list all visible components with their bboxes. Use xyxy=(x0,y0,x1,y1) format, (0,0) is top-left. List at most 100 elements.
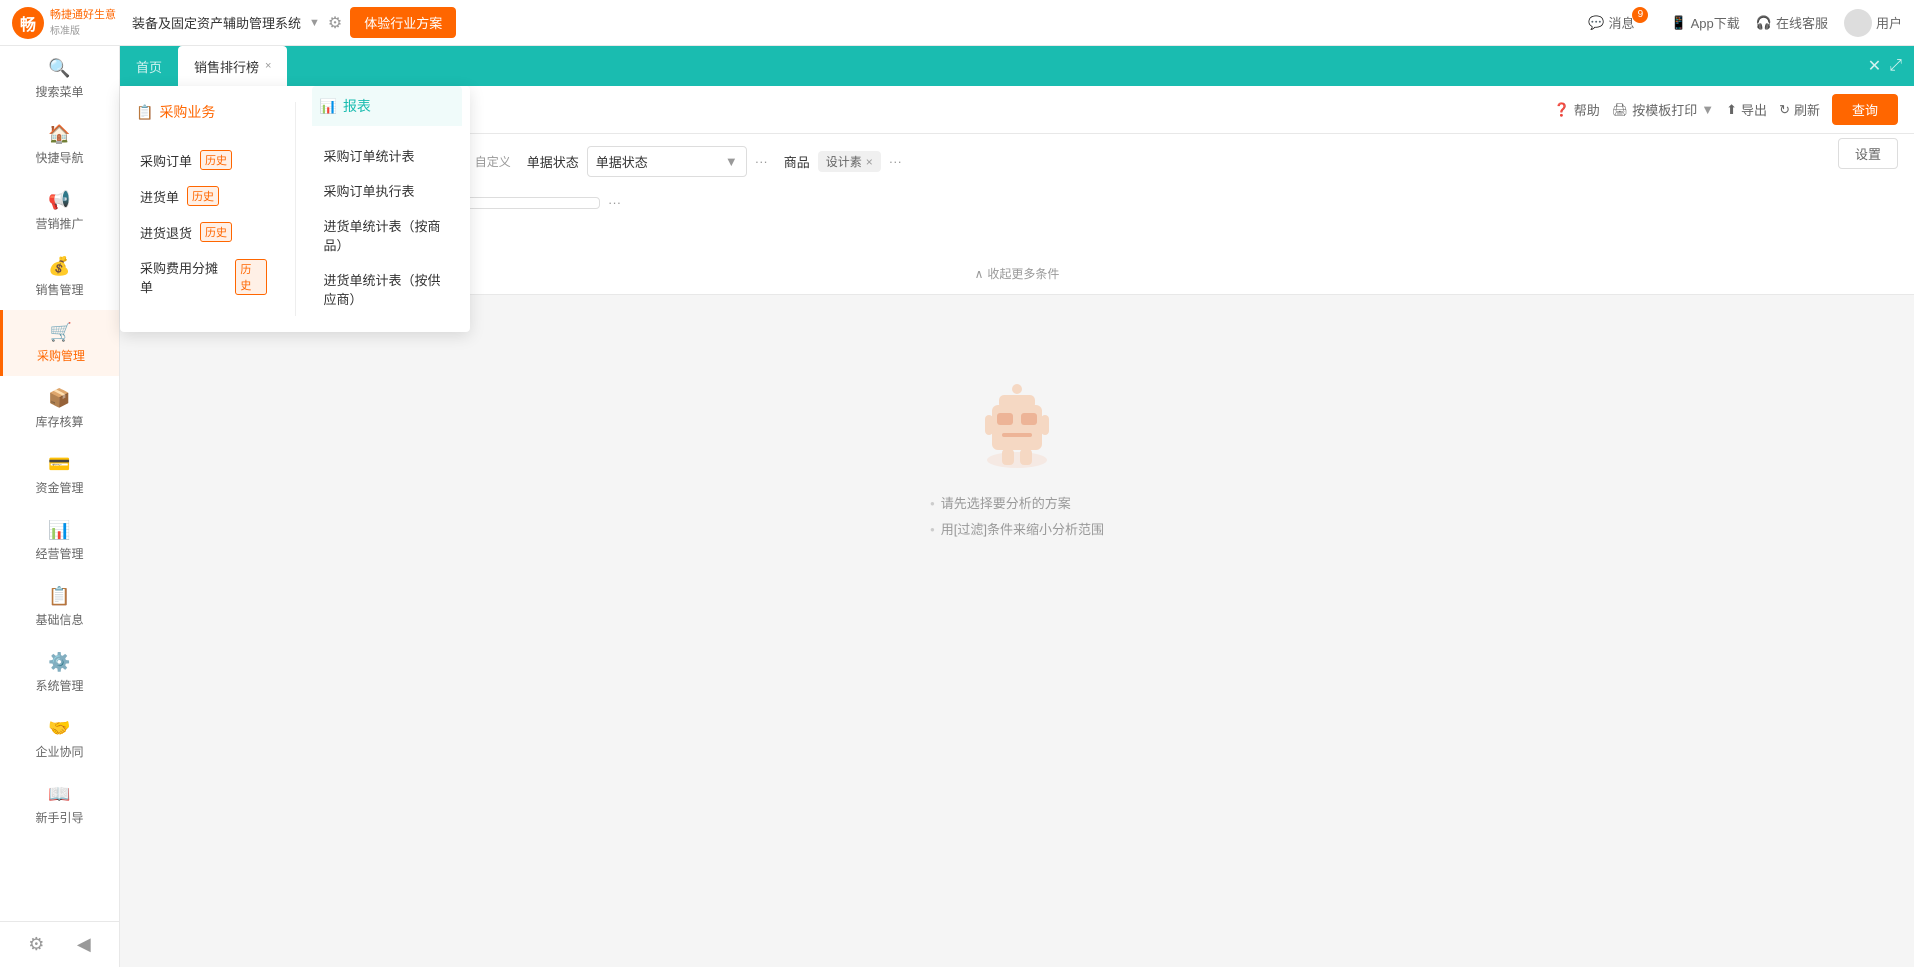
sidebar-item-basics[interactable]: 📋 基础信息 xyxy=(0,574,119,640)
system-icon: ⚙️ xyxy=(48,652,70,673)
collapse-icon: ∧ xyxy=(975,267,984,281)
menu-item-purchase-order-exec[interactable]: 采购订单执行表 xyxy=(320,173,455,208)
refresh-btn[interactable]: ↻ 刷新 xyxy=(1779,100,1820,119)
search-icon: 🔍 xyxy=(48,58,70,79)
topbar-center: 装备及固定资产辅助管理系统 ▼ ⚙ 体验行业方案 xyxy=(132,7,1588,38)
system-name: 装备及固定资产辅助管理系统 xyxy=(132,13,301,32)
sidebar-item-home[interactable]: 🏠 快捷导航 xyxy=(0,112,119,178)
inventory-icon: 📦 xyxy=(48,388,70,409)
logo-icon: 畅 xyxy=(12,7,44,39)
toolbar-right: ❓ 帮助 🖨 按模板打印 ▼ ⬆ 导出 ↻ 刷新 查询 xyxy=(1554,94,1898,125)
basics-icon: 📋 xyxy=(48,586,70,607)
salesperson-more[interactable]: ··· xyxy=(608,195,621,210)
newbie-icon: 📖 xyxy=(48,784,70,805)
menu-item-purchase-expense[interactable]: 采购费用分摊单 历史 xyxy=(136,250,271,304)
sidebar-item-search[interactable]: 🔍 搜索菜单 xyxy=(0,46,119,112)
collapse-sidebar-icon[interactable]: ◀ xyxy=(77,934,91,955)
empty-hint-2: 用[过滤]条件来缩小分析范围 xyxy=(930,517,1104,543)
topbar-settings-icon[interactable]: ⚙ xyxy=(328,13,342,33)
logo: 畅 畅捷通好生意 标准版 xyxy=(12,7,132,39)
system-dropdown-arrow[interactable]: ▼ xyxy=(309,17,320,29)
menu-item-stock-stats-by-supplier[interactable]: 进货单统计表（按供应商） xyxy=(320,262,455,316)
settings-button[interactable]: 设置 xyxy=(1838,138,1898,169)
purchase-menu-icon: 📋 xyxy=(136,104,153,121)
sidebar-item-sales[interactable]: 💰 销售管理 xyxy=(0,244,119,310)
print-dropdown-icon: ▼ xyxy=(1701,102,1714,117)
order-status-more[interactable]: ··· xyxy=(755,154,768,169)
topbar-right: 💬 消息 9 📱 App下载 🎧 在线客服 用户 xyxy=(1588,9,1902,37)
report-menu-icon: 📊 xyxy=(320,98,337,115)
sidebar-item-system[interactable]: ⚙️ 系统管理 xyxy=(0,640,119,706)
industry-button[interactable]: 体验行业方案 xyxy=(350,7,456,38)
history-badge-stock-in: 历史 xyxy=(187,186,219,206)
export-icon: ⬆ xyxy=(1726,102,1737,118)
menu-divider xyxy=(295,102,296,316)
order-status-arrow: ▼ xyxy=(725,154,738,169)
sidebar-item-purchase[interactable]: 🛒 采购管理 xyxy=(0,310,119,376)
tabs-right-actions: ✕ ⤢ xyxy=(1868,56,1914,76)
menu-item-stock-stats-by-goods[interactable]: 进货单统计表（按商品） xyxy=(320,208,455,262)
sidebar-item-newbie[interactable]: 📖 新手引导 xyxy=(0,772,119,838)
menu-item-purchase-order-stats[interactable]: 采购订单统计表 xyxy=(320,138,455,173)
bottom-settings-icon[interactable]: ⚙ xyxy=(28,934,44,955)
purchase-menu-title: 📋 采购业务 xyxy=(136,102,271,130)
help-icon: ❓ xyxy=(1554,102,1570,118)
order-status-filter: 单据状态 单据状态 ▼ ··· xyxy=(527,146,768,177)
empty-illustration xyxy=(957,375,1077,475)
history-badge-purchase-expense: 历史 xyxy=(235,259,266,295)
sales-icon: 💰 xyxy=(48,256,70,277)
inline-settings: 设置 xyxy=(1838,138,1898,169)
history-badge-purchase-order: 历史 xyxy=(200,150,232,170)
print-template-btn[interactable]: 🖨 按模板打印 ▼ xyxy=(1612,100,1714,119)
sidebar-item-marketing[interactable]: 📢 营销推广 xyxy=(0,178,119,244)
help-btn[interactable]: ❓ 帮助 xyxy=(1554,100,1600,119)
logo-text: 畅捷通好生意 xyxy=(50,8,116,22)
sidebar: 🔍 搜索菜单 🏠 快捷导航 📢 营销推广 💰 销售管理 🛒 采购管理 📦 库存核… xyxy=(0,46,120,967)
report-menu-section: 📊 报表 采购订单统计表 采购订单执行表 进货单统计表（按商品） 进货单统计表（… xyxy=(320,102,455,316)
fullscreen-icon[interactable]: ⤢ xyxy=(1889,57,1902,75)
online-service-action[interactable]: 🎧 在线客服 xyxy=(1756,13,1828,32)
menu-item-stock-in[interactable]: 进货单 历史 xyxy=(136,178,271,214)
tab-sales-rank[interactable]: 销售排行榜 × xyxy=(178,46,287,86)
tab-home[interactable]: 首页 xyxy=(120,46,178,86)
tab-close-icon[interactable]: × xyxy=(265,60,271,72)
enterprise-icon: 🤝 xyxy=(48,718,70,739)
phone-icon: 📱 xyxy=(1670,15,1686,31)
empty-hints: 请先选择要分析的方案 用[过滤]条件来缩小分析范围 xyxy=(930,491,1104,543)
finance-icon: 💳 xyxy=(48,454,70,475)
operations-icon: 📊 xyxy=(48,520,70,541)
topbar: 畅 畅捷通好生意 标准版 装备及固定资产辅助管理系统 ▼ ⚙ 体验行业方案 💬 … xyxy=(0,0,1914,46)
logo-sub: 标准版 xyxy=(50,22,116,37)
sidebar-bottom: ⚙ ◀ xyxy=(0,921,119,967)
goods-tag-close[interactable]: × xyxy=(866,155,873,169)
date-shortcut-custom[interactable]: 自定义 xyxy=(475,153,511,170)
empty-state: 请先选择要分析的方案 用[过滤]条件来缩小分析范围 xyxy=(120,295,1914,623)
messages-action[interactable]: 💬 消息 9 xyxy=(1588,13,1654,32)
order-status-select[interactable]: 单据状态 ▼ xyxy=(587,146,747,177)
purchase-menu-section: 📋 采购业务 采购订单 历史 进货单 历史 进货退货 历史 采购费用分摊单 历史 xyxy=(136,102,271,316)
headset-icon: 🎧 xyxy=(1756,15,1772,31)
sidebar-item-finance[interactable]: 💳 资金管理 xyxy=(0,442,119,508)
print-icon: 🖨 xyxy=(1612,102,1629,118)
menu-item-purchase-order[interactable]: 采购订单 历史 xyxy=(136,142,271,178)
app-download-action[interactable]: 📱 App下载 xyxy=(1670,13,1739,32)
menu-item-stock-return[interactable]: 进货退货 历史 xyxy=(136,214,271,250)
close-all-tabs-icon[interactable]: ✕ xyxy=(1868,56,1881,76)
sidebar-item-operations[interactable]: 📊 经营管理 xyxy=(0,508,119,574)
purchase-icon: 🛒 xyxy=(50,322,72,343)
sidebar-item-enterprise[interactable]: 🤝 企业协同 xyxy=(0,706,119,772)
query-button[interactable]: 查询 xyxy=(1832,94,1898,125)
order-status-label: 单据状态 xyxy=(527,152,579,171)
report-menu-title: 📊 报表 xyxy=(312,86,463,126)
export-btn[interactable]: ⬆ 导出 xyxy=(1726,100,1767,119)
message-icon: 💬 xyxy=(1588,15,1604,31)
goods-tag[interactable]: 设计素 × xyxy=(818,151,881,172)
user-action[interactable]: 用户 xyxy=(1844,9,1902,37)
history-badge-stock-return: 历史 xyxy=(200,222,232,242)
home-icon: 🏠 xyxy=(48,124,70,145)
avatar xyxy=(1844,9,1872,37)
sidebar-item-inventory[interactable]: 📦 库存核算 xyxy=(0,376,119,442)
purchase-dropdown-menu: 📋 采购业务 采购订单 历史 进货单 历史 进货退货 历史 采购费用分摊单 历史… xyxy=(120,86,470,332)
goods-filter: 商品 设计素 × ··· xyxy=(784,151,902,172)
goods-more[interactable]: ··· xyxy=(889,154,902,169)
